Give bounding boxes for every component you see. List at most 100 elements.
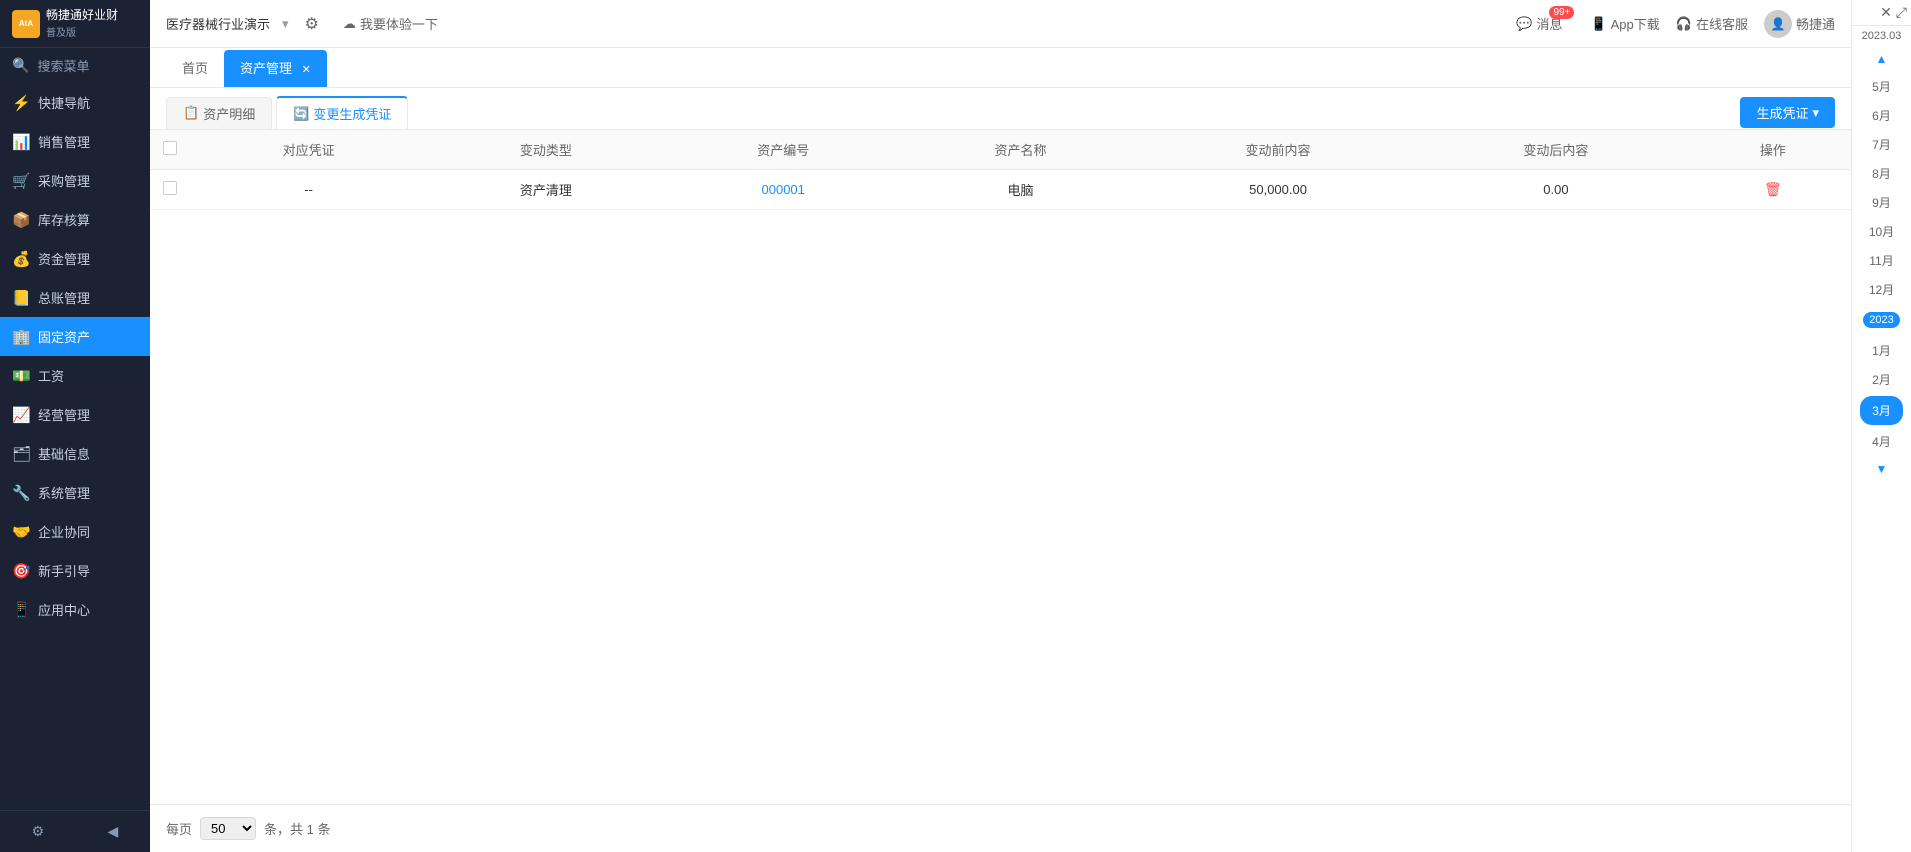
total-label: 条，共 1 条 [264,819,330,838]
sidebar-item-label: 资金管理 [38,249,90,268]
calendar-month-2[interactable]: 2月 [1852,365,1911,394]
sidebar-search-label: 搜索菜单 [37,56,89,75]
tab-home[interactable]: 首页 [166,50,224,87]
calendar-month-12[interactable]: 12月 [1852,275,1911,304]
sidebar-search-item[interactable]: 🔍 搜索菜单 [0,48,150,83]
inner-tabs: 📋 资产明细 🔄 变更生成凭证 生成凭证 ▾ [150,88,1851,130]
calendar-nav-up[interactable]: ▲ [1852,46,1911,72]
calendar-month-9[interactable]: 9月 [1852,188,1911,217]
pagination-bar: 每页 50 10 20 100 条，共 1 条 [150,804,1851,852]
right-panel-header: ✕ ⤢ [1852,0,1911,26]
row-change-type: 资产清理 [427,170,664,210]
sidebar-item-operations[interactable]: 📈 经营管理 [0,395,150,434]
row-checkbox[interactable] [163,181,177,195]
notification-icon: 💬 [1516,16,1532,32]
per-page-label: 每页 [166,819,192,838]
sidebar-item-inventory[interactable]: 📦 库存核算 [0,200,150,239]
sidebar-item-system[interactable]: 🔧 系统管理 [0,473,150,512]
search-icon: 🔍 [12,57,29,74]
sidebar-item-apps[interactable]: 📱 应用中心 [0,590,150,629]
settings-button[interactable]: ⚙ [24,819,53,844]
delete-button[interactable]: 🗑 [1764,181,1782,197]
asset-detail-icon: 📋 [183,105,199,121]
asset-code-link[interactable]: 000001 [762,182,805,197]
sidebar-item-label: 经营管理 [38,405,90,424]
sidebar-item-payroll[interactable]: 💵 工资 [0,356,150,395]
down-arrow-icon: ▼ [1876,462,1888,476]
close-panel-button[interactable]: ✕ [1880,4,1892,21]
logo-icon: AtA [12,10,40,38]
finance-icon: 💰 [12,250,30,268]
settings-gear-icon[interactable]: ⚙ [305,14,319,34]
table-body: -- 资产清理 000001 电脑 50,000.00 0.00 🗑 [150,170,1851,210]
app-download-icon: 📱 [1590,16,1606,32]
table-header-action: 操作 [1695,130,1851,170]
cooperation-icon: 🤝 [12,523,30,541]
table-header-asset-code: 资产编号 [665,130,902,170]
experience-area: ☁ 我要体验一下 [343,14,438,33]
sidebar-item-purchase[interactable]: 🛒 采购管理 [0,161,150,200]
sidebar-item-label: 总账管理 [38,288,90,307]
inner-tab-asset-detail-label: 资产明细 [203,104,255,123]
sidebar-item-finance[interactable]: 💰 资金管理 [0,239,150,278]
apps-icon: 📱 [12,601,30,619]
sidebar-item-label: 固定资产 [38,327,90,346]
assets-icon: 🏢 [12,328,30,346]
tab-close-button[interactable]: ✕ [302,64,311,76]
row-asset-name: 电脑 [902,170,1139,210]
select-all-checkbox[interactable] [163,141,177,155]
sidebar-item-cooperation[interactable]: 🤝 企业协同 [0,512,150,551]
tabbar: 首页 资产管理 ✕ [150,48,1851,88]
purchase-icon: 🛒 [12,172,30,190]
calendar-month-6[interactable]: 6月 [1852,101,1911,130]
sidebar-item-ledger[interactable]: 📒 总账管理 [0,278,150,317]
app-download-button[interactable]: 📱 App下载 [1590,14,1659,33]
user-profile-button[interactable]: 👤 畅捷通 [1764,10,1835,38]
sidebar-item-label: 基础信息 [38,444,90,463]
sidebar-item-sales[interactable]: 📊 销售管理 [0,122,150,161]
sidebar-item-guide[interactable]: 🎯 新手引导 [0,551,150,590]
sidebar-logo: AtA 畅捷通好业财 普及版 [0,0,150,48]
calendar-month-10[interactable]: 10月 [1852,217,1911,246]
inner-tab-change-voucher-label: 变更生成凭证 [313,104,391,123]
logo-text: 畅捷通好业财 [46,8,118,24]
table-header-change-type: 变动类型 [427,130,664,170]
experience-label[interactable]: 我要体验一下 [360,14,438,33]
tab-assets-mgmt[interactable]: 资产管理 ✕ [224,50,327,87]
topbar-right: 💬 消息 99+ 📱 App下载 🎧 在线客服 👤 畅捷通 [1516,10,1835,38]
expand-panel-button[interactable]: ⤢ [1896,4,1907,21]
row-action: 🗑 [1695,170,1851,210]
calendar-month-7[interactable]: 7月 [1852,130,1911,159]
system-icon: 🔧 [12,484,30,502]
generate-voucher-button[interactable]: 生成凭证 ▾ [1740,97,1835,128]
inner-tab-change-voucher[interactable]: 🔄 变更生成凭证 [276,96,408,129]
dropdown-arrow-icon[interactable]: ▾ [282,16,289,32]
table-container: 对应凭证 变动类型 资产编号 资产名称 变动前内容 变动后内容 操作 [150,130,1851,804]
sidebar-item-label: 应用中心 [38,600,90,619]
payroll-icon: 💵 [12,367,30,385]
sidebar-item-base[interactable]: 🗂 基础信息 [0,434,150,473]
avatar: 👤 [1764,10,1792,38]
calendar-month-1[interactable]: 1月 [1852,336,1911,365]
notifications-button[interactable]: 💬 消息 99+ [1516,14,1562,33]
customer-service-button[interactable]: 🎧 在线客服 [1676,14,1748,33]
inner-tab-asset-detail[interactable]: 📋 资产明细 [166,97,272,129]
calendar-month-5[interactable]: 5月 [1852,72,1911,101]
sidebar-bottom: ⚙ ◀ [0,810,150,852]
calendar-nav-down[interactable]: ▼ [1852,456,1911,482]
calendar-month-3-active[interactable]: 3月 [1860,396,1903,425]
page-size-select[interactable]: 50 10 20 100 [200,817,256,840]
table-header-checkbox [150,130,190,170]
calendar-month-11[interactable]: 11月 [1852,246,1911,275]
calendar-month-8[interactable]: 8月 [1852,159,1911,188]
calendar-month-4[interactable]: 4月 [1852,427,1911,456]
up-arrow-icon: ▲ [1876,52,1888,66]
change-voucher-icon: 🔄 [293,106,309,122]
collapse-button[interactable]: ◀ [100,819,127,844]
sidebar-item-assets[interactable]: 🏢 固定资产 [0,317,150,356]
ledger-icon: 📒 [12,289,30,307]
sidebar-item-label: 库存核算 [38,210,90,229]
data-table: 对应凭证 变动类型 资产编号 资产名称 变动前内容 变动后内容 操作 [150,130,1851,210]
sidebar-item-quick-nav[interactable]: ⚡ 快捷导航 [0,83,150,122]
cloud-icon: ☁ [343,16,356,32]
